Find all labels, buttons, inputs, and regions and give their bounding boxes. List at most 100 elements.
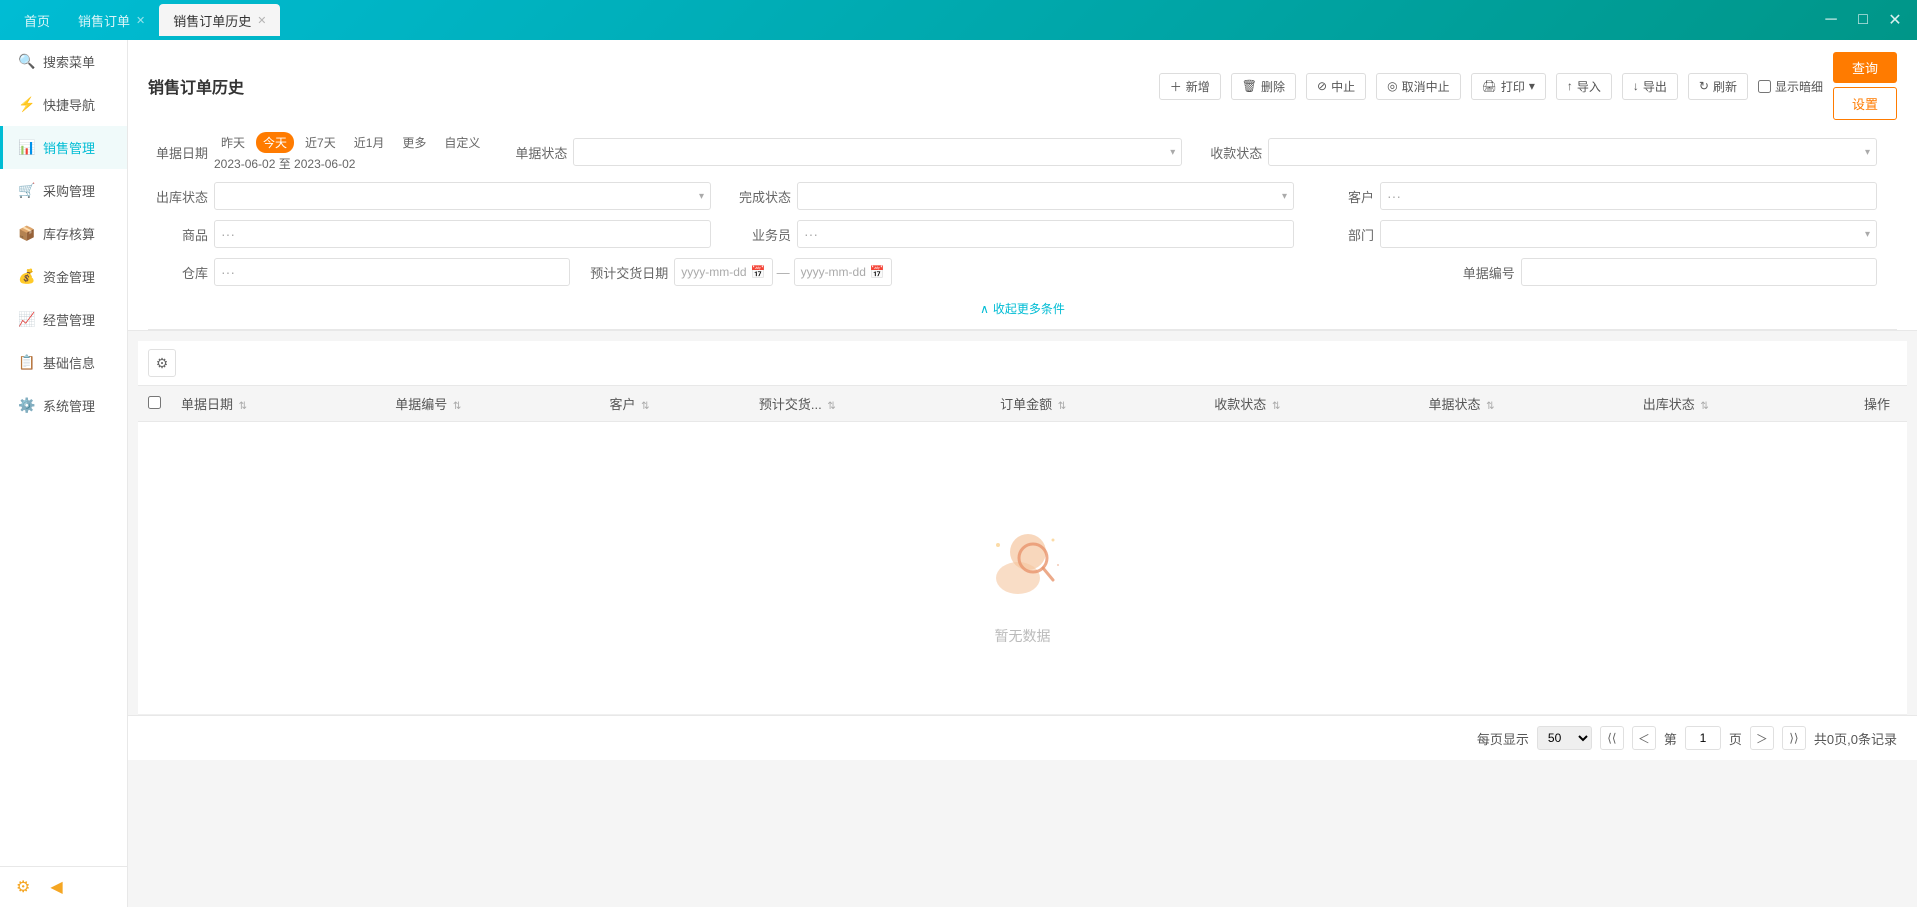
page-number-input[interactable] [1685, 726, 1721, 750]
th-outbound-status[interactable]: 出库状态 ⇅ [1633, 386, 1847, 422]
date-tag-more[interactable]: 更多 [395, 132, 433, 153]
first-page-button[interactable]: ⟨⟨ [1600, 726, 1624, 750]
sidebar-bottom: ⚙ ◀ [0, 866, 127, 907]
sidebar-item-inventory[interactable]: 📦 库存核算 [0, 212, 127, 255]
filter-salesperson: 业务员 ··· [731, 220, 1294, 248]
th-customer[interactable]: 客户 ⇅ [599, 386, 748, 422]
delivery-date-from[interactable]: yyyy-mm-dd 📅 [674, 258, 772, 286]
purchase-mgmt-icon: 🛒 [19, 183, 35, 199]
th-payment-status[interactable]: 收款状态 ⇅ [1204, 386, 1418, 422]
import-button[interactable]: ↑ 导入 [1556, 73, 1612, 100]
customer-ellipsis[interactable]: ··· [1387, 188, 1401, 204]
sidebar-settings-icon[interactable]: ⚙ [16, 877, 30, 897]
set-button[interactable]: 设置 [1833, 87, 1897, 120]
date-tag-today[interactable]: 今天 [256, 132, 294, 153]
date-tag-custom[interactable]: 自定义 [437, 132, 487, 153]
collapse-arrow: ∧ [980, 302, 989, 316]
date-range-inputs: yyyy-mm-dd 📅 — yyyy-mm-dd 📅 [674, 258, 892, 286]
filter-customer: 客户 ··· [1314, 182, 1877, 210]
sidebar-collapse-icon[interactable]: ◀ [50, 877, 62, 897]
per-page-select[interactable]: 50 10 20 100 [1537, 726, 1592, 750]
next-page-button[interactable]: ＞ [1750, 726, 1774, 750]
prev-page-icon: ＜ [1638, 730, 1650, 747]
sidebar-item-quick-nav[interactable]: ⚡ 快捷导航 [0, 83, 127, 126]
warehouse-control[interactable]: ··· [214, 258, 570, 286]
th-order-amount-label: 订单金额 [1000, 397, 1052, 412]
display-cols-toggle[interactable]: 显示暗细 [1758, 78, 1823, 95]
payment-status-label: 收款状态 [1202, 143, 1262, 162]
outbound-status-control[interactable]: ▾ [214, 182, 711, 210]
payment-status-control[interactable]: ▾ [1268, 138, 1877, 166]
tab-sales-order-history-close[interactable]: ✕ [257, 14, 266, 27]
sidebar-item-purchase-mgmt[interactable]: 🛒 采购管理 [0, 169, 127, 212]
customer-control[interactable]: ··· [1380, 182, 1877, 210]
th-expected-delivery[interactable]: 预计交货... ⇅ [749, 386, 990, 422]
page-label: 页 [1729, 729, 1742, 748]
th-expected-delivery-label: 预计交货... [759, 397, 822, 412]
print-button[interactable]: 🖨 打印 ▾ [1471, 73, 1546, 100]
order-status-control[interactable]: ▾ [573, 138, 1182, 166]
sidebar-item-quick-nav-label: 快捷导航 [43, 95, 95, 114]
stop-button[interactable]: ⊘ 中止 [1306, 73, 1366, 100]
cancel-stop-button[interactable]: ◎ 取消中止 [1376, 73, 1461, 100]
goods-control[interactable]: ··· [214, 220, 711, 248]
department-control[interactable]: ▾ [1380, 220, 1877, 248]
date-tag-7days[interactable]: 近7天 [298, 132, 343, 153]
filter-row-1: 单据日期 昨天 今天 近7天 近1月 更多 自定义 2023-06-02 至 2… [148, 132, 1897, 172]
th-order-status[interactable]: 单据状态 ⇅ [1419, 386, 1633, 422]
refresh-button[interactable]: ↻ 刷新 [1688, 73, 1748, 100]
sidebar-item-finance[interactable]: 💰 资金管理 [0, 255, 127, 298]
th-date[interactable]: 单据日期 ⇅ [171, 386, 385, 422]
sidebar-item-operations[interactable]: 📈 经营管理 [0, 298, 127, 341]
tab-sales-order-history[interactable]: 销售订单历史 ✕ [159, 4, 280, 36]
table-settings-button[interactable]: ⚙ [148, 349, 176, 377]
sidebar-item-search-menu[interactable]: 🔍 搜索菜单 [0, 40, 127, 83]
prev-page-button[interactable]: ＜ [1632, 726, 1656, 750]
sidebar-item-system[interactable]: ⚙️ 系统管理 [0, 384, 127, 427]
order-no-label: 单据编号 [1455, 263, 1515, 282]
filter-warehouse: 仓库 ··· [148, 258, 570, 286]
delete-button[interactable]: 🗑 删除 [1231, 73, 1296, 100]
salesperson-ellipsis[interactable]: ··· [804, 226, 818, 242]
th-order-no[interactable]: 单据编号 ⇅ [385, 386, 599, 422]
warehouse-ellipsis[interactable]: ··· [221, 264, 235, 280]
complete-status-control[interactable]: ▾ [797, 182, 1294, 210]
filter-row-3: 商品 ··· 业务员 ··· 部门 ▾ [148, 220, 1897, 248]
date-dash: — [777, 265, 790, 280]
query-button[interactable]: 查询 [1833, 52, 1897, 83]
collapse-more[interactable]: ∧ 收起更多条件 [148, 296, 1897, 321]
content-area: 销售订单历史 ＋ 新增 🗑 删除 ⊘ 中止 ◎ [128, 40, 1917, 907]
table-area: ⚙ 单据日期 ⇅ 单据编号 ⇅ [138, 341, 1907, 715]
sidebar-item-sales-mgmt-label: 销售管理 [43, 138, 95, 157]
tab-home[interactable]: 首页 [10, 4, 64, 36]
sidebar-item-sales-mgmt[interactable]: 📊 销售管理 [0, 126, 127, 169]
date-tag-yesterday[interactable]: 昨天 [214, 132, 252, 153]
empty-row: 暂无数据 [138, 422, 1907, 715]
quick-nav-icon: ⚡ [19, 97, 35, 113]
close-window-icon[interactable]: ✕ [1883, 8, 1907, 32]
sidebar-item-basic-info[interactable]: 📋 基础信息 [0, 341, 127, 384]
select-all-checkbox[interactable] [148, 396, 161, 409]
new-button[interactable]: ＋ 新增 [1159, 73, 1221, 100]
date-tags: 昨天 今天 近7天 近1月 更多 自定义 [214, 132, 487, 153]
last-page-button[interactable]: ⟩⟩ [1782, 726, 1806, 750]
new-icon: ＋ [1170, 78, 1182, 95]
toolbar: ＋ 新增 🗑 删除 ⊘ 中止 ◎ 取消中止 [1159, 52, 1897, 120]
tab-sales-order-close[interactable]: ✕ [136, 14, 145, 27]
tab-sales-order[interactable]: 销售订单 ✕ [64, 4, 159, 36]
goods-ellipsis[interactable]: ··· [221, 226, 235, 242]
date-tag-1month[interactable]: 近1月 [347, 132, 392, 153]
order-no-input[interactable] [1528, 265, 1870, 279]
minimize-icon[interactable]: ─ [1819, 8, 1843, 32]
order-no-control[interactable] [1521, 258, 1877, 286]
salesperson-control[interactable]: ··· [797, 220, 1294, 248]
maximize-icon[interactable]: □ [1851, 8, 1875, 32]
delivery-date-to[interactable]: yyyy-mm-dd 📅 [794, 258, 892, 286]
export-icon: ↓ [1633, 79, 1639, 93]
delivery-from-placeholder: yyyy-mm-dd [681, 265, 746, 279]
display-cols-checkbox[interactable] [1758, 80, 1771, 93]
filter-area: 单据日期 昨天 今天 近7天 近1月 更多 自定义 2023-06-02 至 2… [148, 132, 1897, 330]
export-button[interactable]: ↓ 导出 [1622, 73, 1678, 100]
sidebar-item-basic-info-label: 基础信息 [43, 353, 95, 372]
th-order-amount[interactable]: 订单金额 ⇅ [990, 386, 1204, 422]
